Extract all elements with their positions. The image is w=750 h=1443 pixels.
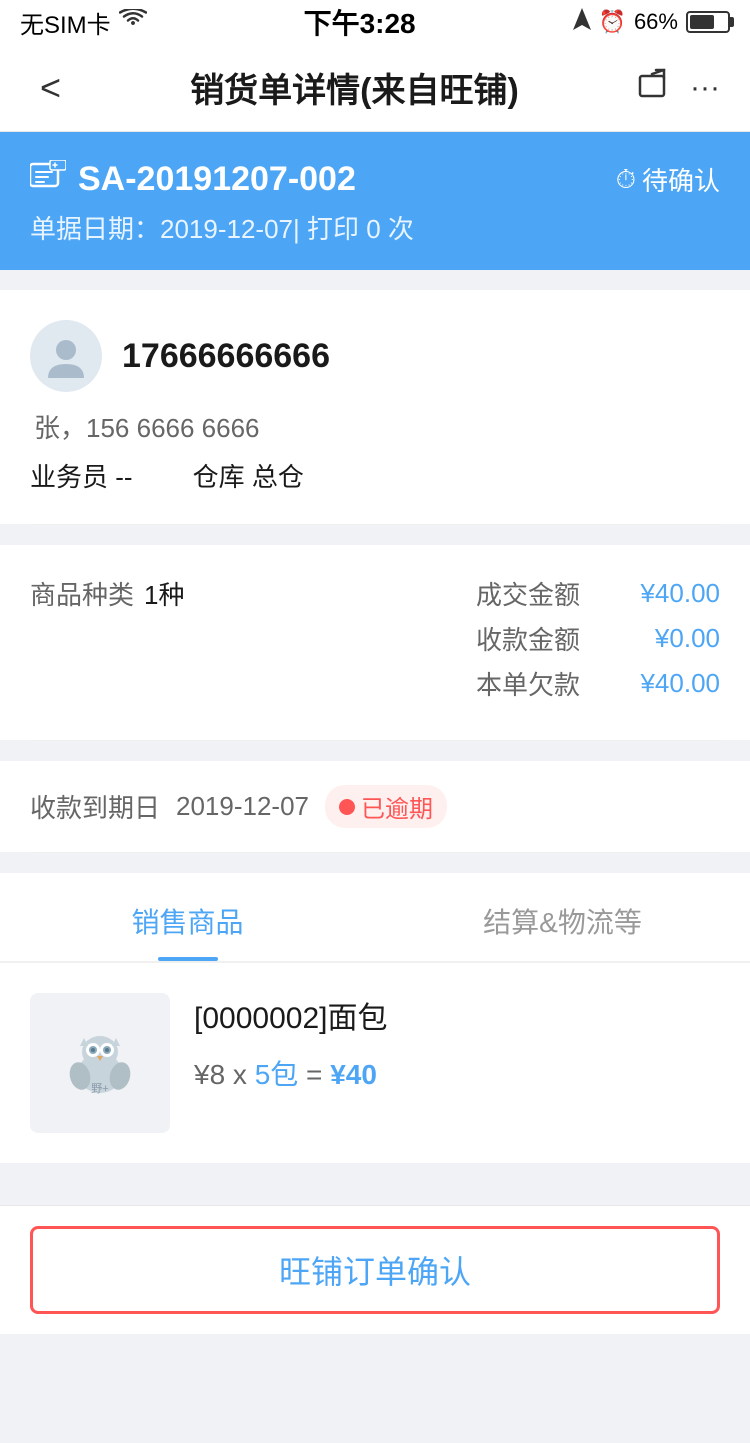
product-name: [0000002]面包: [194, 993, 720, 1037]
amount-row: 成交金额 ¥40.00: [476, 575, 720, 612]
confirm-order-button[interactable]: 旺铺订单确认: [30, 1226, 720, 1314]
svg-text:野+: 野+: [91, 1082, 108, 1095]
product-info: [0000002]面包 ¥8 x 5包 = ¥40: [194, 993, 720, 1093]
customer-meta: 业务员 -- 仓库 总仓: [30, 457, 720, 494]
due-date-value: 2019-12-07: [176, 791, 309, 822]
divider-3: [30, 852, 720, 853]
order-header-card: SA-20191207-002 ⏱ 待确认 单据日期：2019-12-07| 打…: [0, 132, 750, 270]
product-card: 野+ [0000002]面包 ¥8 x 5包 = ¥40: [0, 963, 750, 1163]
back-button[interactable]: <: [30, 57, 71, 119]
order-date-row: 单据日期：2019-12-07| 打印 0 次: [30, 209, 720, 246]
overdue-badge: 已逾期: [325, 785, 447, 828]
summary-card: 商品种类 1种 成交金额 ¥40.00 收款金额 ¥0.00 本单欠款 ¥40.…: [0, 545, 750, 740]
carrier-label: 无SIM卡: [20, 5, 111, 40]
due-date-label: 收款到期日: [30, 788, 160, 825]
divider-2: [30, 740, 720, 741]
bottom-bar: 旺铺订单确认: [0, 1205, 750, 1334]
nav-actions: ···: [638, 68, 720, 108]
status-bar-time: 下午3:28: [304, 2, 416, 42]
tab-settlement-logistics[interactable]: 结算&物流等: [375, 873, 750, 961]
overdue-dot-icon: [339, 799, 355, 815]
financial-summary: 成交金额 ¥40.00 收款金额 ¥0.00 本单欠款 ¥40.00: [476, 575, 720, 710]
customer-card: 17666666666 张，156 6666 6666 业务员 -- 仓库 总仓: [0, 290, 750, 524]
order-id: SA-20191207-002: [30, 160, 356, 199]
status-bar-right: ⏰ 66%: [573, 8, 730, 36]
product-price: ¥8 x 5包 = ¥40: [194, 1053, 720, 1093]
battery-percentage: 66%: [634, 9, 678, 35]
battery-icon: [686, 11, 730, 33]
divider-1: [30, 524, 720, 525]
more-button[interactable]: ···: [690, 71, 720, 105]
location-icon: [573, 8, 591, 36]
status-bar: 无SIM卡 下午3:28 ⏰ 66%: [0, 0, 750, 44]
product-image: 野+: [30, 993, 170, 1133]
customer-avatar: [30, 320, 102, 392]
share-button[interactable]: [638, 68, 670, 108]
tab-sales-products[interactable]: 销售商品: [0, 873, 375, 961]
status-clock-icon: ⏱: [616, 164, 636, 196]
warehouse: 仓库 总仓: [193, 457, 304, 494]
status-bar-left: 无SIM卡: [20, 5, 147, 40]
customer-phone: 17666666666: [122, 337, 330, 376]
page-title: 销货单详情(来自旺铺): [190, 63, 519, 112]
alarm-icon: ⏰: [599, 9, 626, 35]
product-type-info: 商品种类 1种: [30, 575, 184, 612]
nav-bar: < 销货单详情(来自旺铺) ···: [0, 44, 750, 132]
order-status: ⏱ 待确认: [616, 161, 720, 198]
received-row: 收款金额 ¥0.00: [476, 620, 720, 657]
due-row: 本单欠款 ¥40.00: [476, 665, 720, 702]
sales-person: 业务员 --: [30, 457, 133, 494]
customer-name-phone: 张，156 6666 6666: [30, 408, 720, 445]
order-icon: [30, 160, 66, 199]
due-date-card: 收款到期日 2019-12-07 已逾期: [0, 761, 750, 852]
wifi-icon: [119, 8, 147, 36]
tabs-container: 销售商品 结算&物流等: [0, 873, 750, 963]
